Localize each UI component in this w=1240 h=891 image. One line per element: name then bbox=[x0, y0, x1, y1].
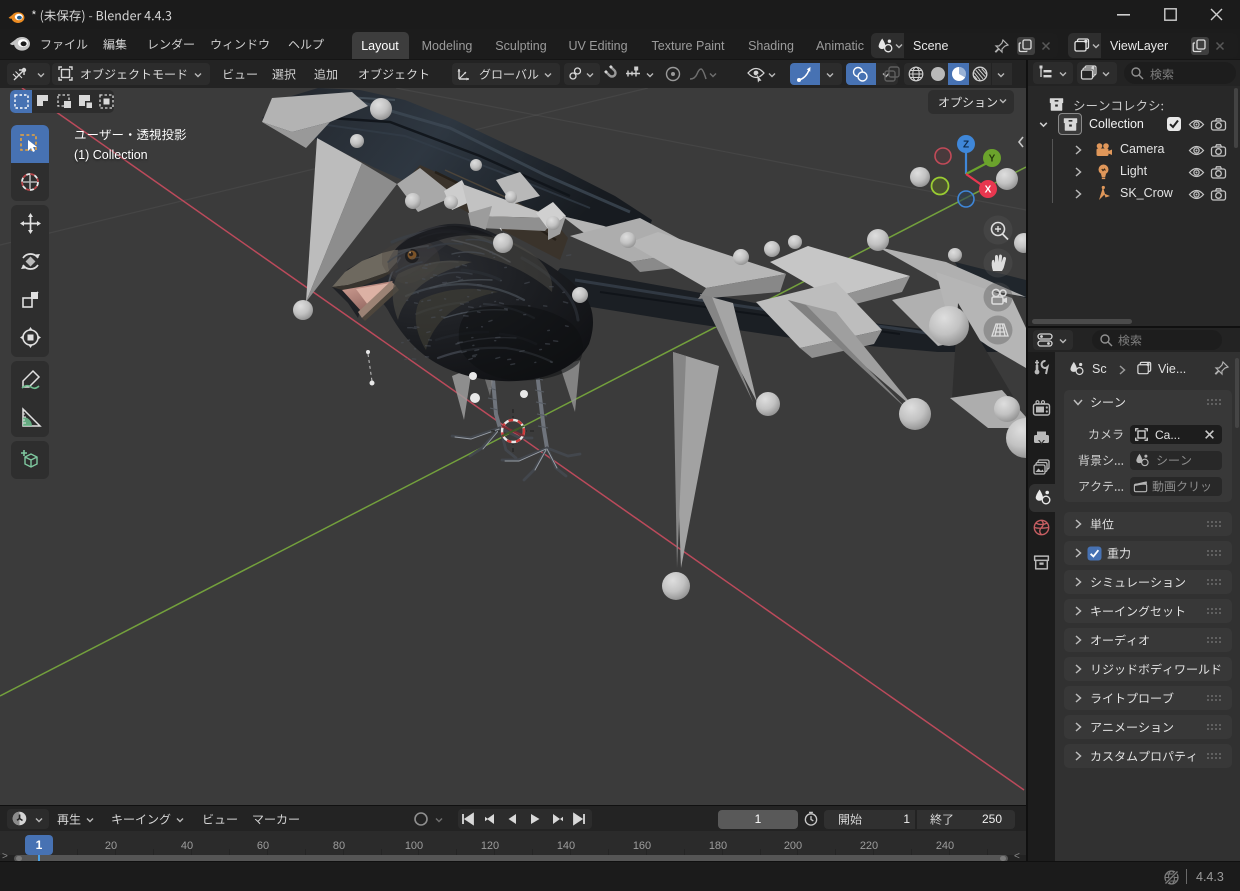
svg-text:X: X bbox=[985, 185, 992, 196]
svg-text:Y: Y bbox=[989, 154, 996, 165]
svg-text:Z: Z bbox=[963, 140, 969, 151]
